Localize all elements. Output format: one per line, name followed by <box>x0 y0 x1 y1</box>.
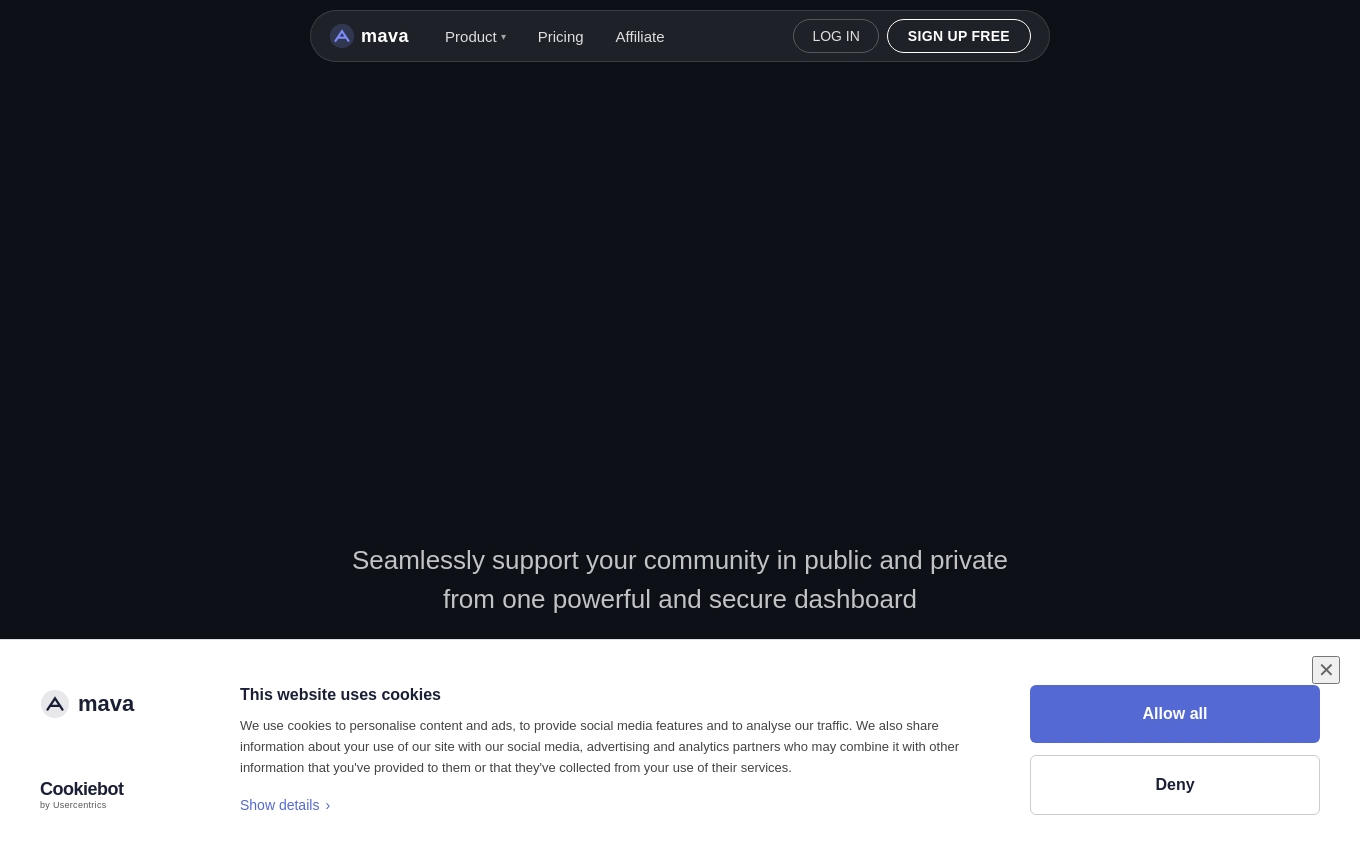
navbar: mava Product ▾ Pricing Affiliate LOG IN … <box>310 10 1050 62</box>
cookie-actions: Allow all Deny <box>1030 685 1320 815</box>
nav-logo[interactable]: mava <box>329 23 409 49</box>
allow-all-button[interactable]: Allow all <box>1030 685 1320 743</box>
svg-point-1 <box>41 690 69 718</box>
hero-section: Seamlessly support your community in pub… <box>0 541 1360 619</box>
nav-logo-text: mava <box>361 26 409 47</box>
cookie-mava-icon <box>40 689 70 719</box>
product-chevron-icon: ▾ <box>501 31 506 42</box>
cookie-mava-logo-text: mava <box>78 691 134 717</box>
cookie-banner: ✕ mava Cookiebot by Usercentrics This we… <box>0 639 1360 859</box>
cookie-content: This website uses cookies We use cookies… <box>240 686 990 812</box>
nav-logo-icon <box>329 23 355 49</box>
signup-button[interactable]: SIGN UP FREE <box>887 19 1031 53</box>
nav-product-link[interactable]: Product ▾ <box>431 22 520 51</box>
cookie-logo-area: mava Cookiebot by Usercentrics <box>40 689 200 810</box>
nav-affiliate-link[interactable]: Affiliate <box>602 22 679 51</box>
cookie-mava-logo: mava <box>40 689 134 719</box>
nav-pricing-link[interactable]: Pricing <box>524 22 598 51</box>
cookie-title: This website uses cookies <box>240 686 990 704</box>
cookiebot-logo-sub: by Usercentrics <box>40 800 124 810</box>
cookie-body: We use cookies to personalise content an… <box>240 716 960 778</box>
cookiebot-logo: Cookiebot by Usercentrics <box>40 779 124 810</box>
nav-actions: LOG IN SIGN UP FREE <box>793 19 1031 53</box>
show-details-link[interactable]: Show details › <box>240 797 990 813</box>
cookie-close-button[interactable]: ✕ <box>1312 656 1340 684</box>
deny-button[interactable]: Deny <box>1030 755 1320 815</box>
nav-links: Product ▾ Pricing Affiliate <box>431 22 789 51</box>
login-button[interactable]: LOG IN <box>793 19 878 53</box>
show-details-chevron-icon: › <box>325 797 330 813</box>
hero-text: Seamlessly support your community in pub… <box>0 541 1360 619</box>
cookiebot-logo-main: Cookiebot <box>40 779 124 800</box>
svg-point-0 <box>330 24 354 48</box>
